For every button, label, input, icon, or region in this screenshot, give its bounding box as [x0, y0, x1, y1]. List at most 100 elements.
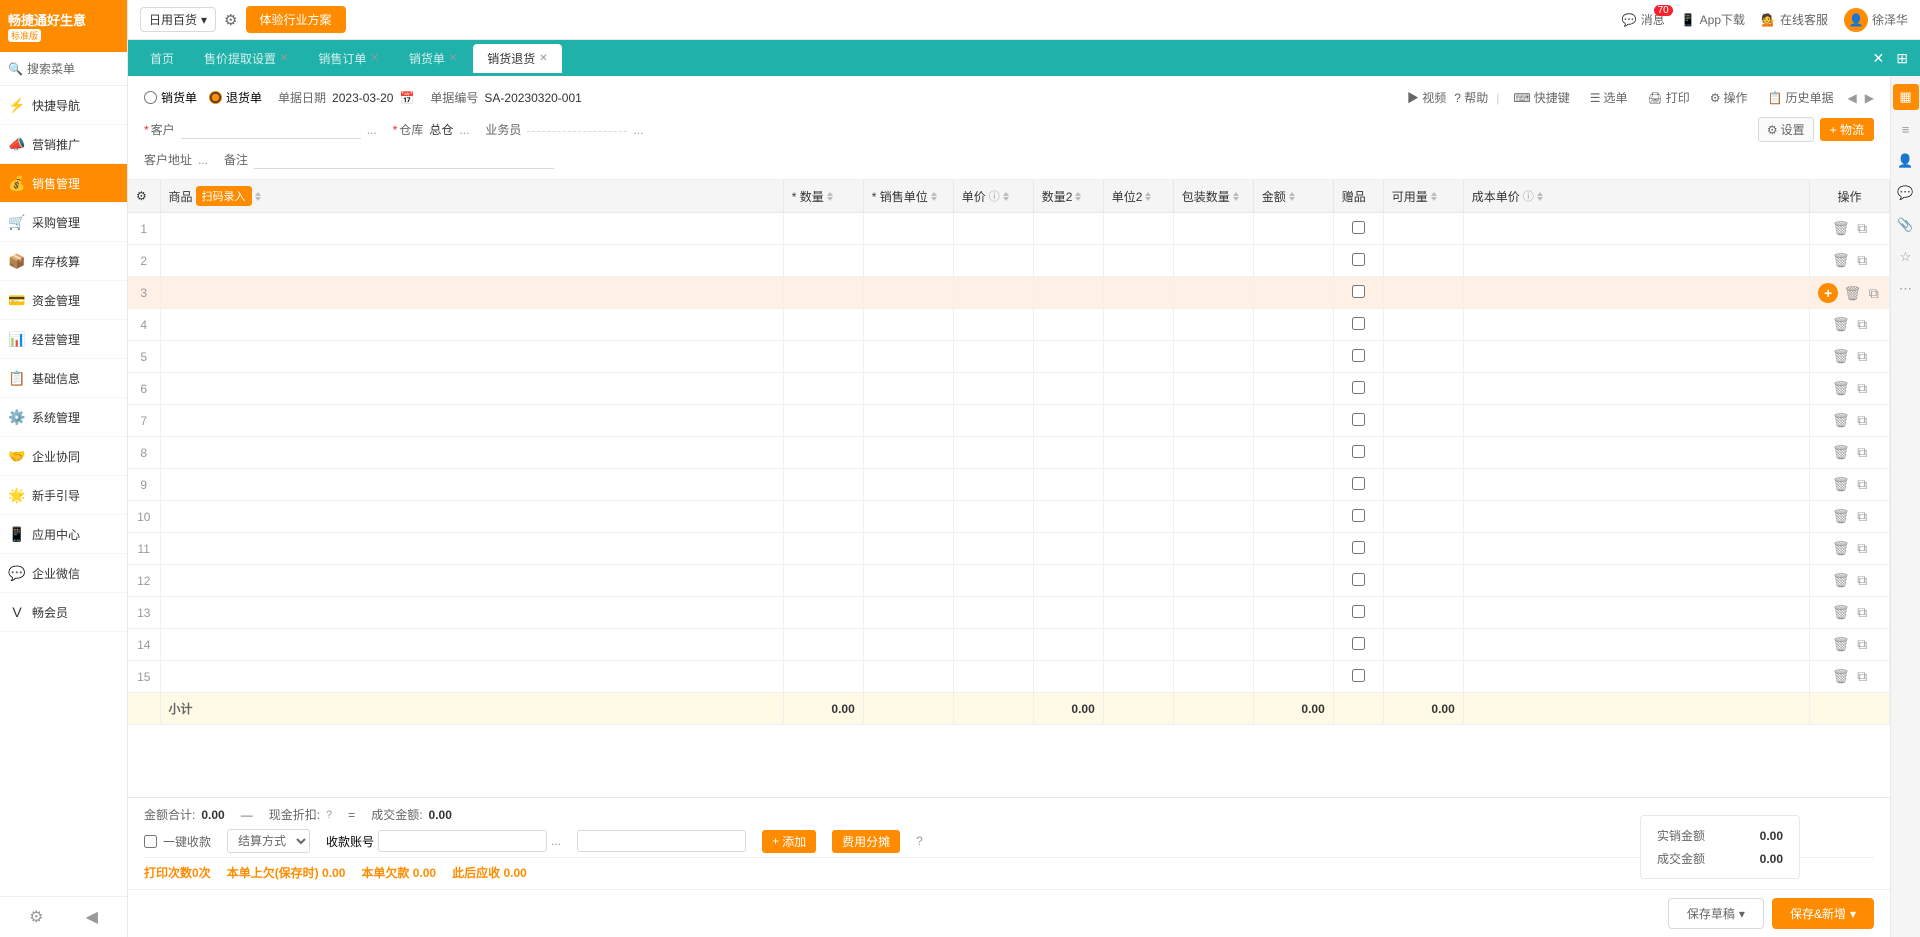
- cost-cell[interactable]: [1463, 501, 1809, 533]
- product-cell[interactable]: [160, 469, 783, 501]
- qty-cell[interactable]: [783, 565, 863, 597]
- copy-row-btn[interactable]: ⧉: [1857, 476, 1867, 492]
- pack-qty-cell[interactable]: [1173, 565, 1253, 597]
- sort-arrows-unit2[interactable]: [1145, 192, 1151, 201]
- unit-cell[interactable]: [863, 565, 953, 597]
- salesperson-input[interactable]: [527, 127, 627, 132]
- address-ellipsis[interactable]: ...: [198, 153, 208, 167]
- cost-info-icon[interactable]: ⓘ: [1523, 188, 1534, 204]
- qty2-cell[interactable]: [1033, 277, 1103, 309]
- sidebar-item-basic-info[interactable]: 📋 基础信息: [0, 359, 127, 398]
- cost-cell[interactable]: [1463, 309, 1809, 341]
- qty-cell[interactable]: [783, 437, 863, 469]
- unit-cell[interactable]: [863, 533, 953, 565]
- sidebar-item-enterprise-wechat[interactable]: 💬 企业微信: [0, 554, 127, 593]
- operate-btn[interactable]: ⚙ 操作: [1704, 86, 1754, 109]
- copy-row-btn[interactable]: ⧉: [1857, 220, 1867, 236]
- product-cell[interactable]: [160, 629, 783, 661]
- qty-cell[interactable]: [783, 533, 863, 565]
- available-cell[interactable]: [1383, 533, 1463, 565]
- copy-row-btn[interactable]: ⧉: [1857, 508, 1867, 524]
- gear-icon[interactable]: ⚙: [136, 189, 147, 203]
- copy-row-btn[interactable]: ⧉: [1857, 348, 1867, 364]
- collapse-icon[interactable]: ◀: [86, 907, 98, 927]
- qty-cell[interactable]: [783, 245, 863, 277]
- unit2-cell[interactable]: [1103, 309, 1173, 341]
- available-cell[interactable]: [1383, 341, 1463, 373]
- available-cell[interactable]: [1383, 437, 1463, 469]
- price-cell[interactable]: [953, 213, 1033, 245]
- pack-qty-cell[interactable]: [1173, 469, 1253, 501]
- unit2-cell[interactable]: [1103, 533, 1173, 565]
- cost-cell[interactable]: [1463, 661, 1809, 693]
- delete-row-btn[interactable]: 🗑: [1832, 476, 1850, 492]
- select-btn[interactable]: ☰ 选单: [1584, 86, 1634, 109]
- cost-cell[interactable]: [1463, 629, 1809, 661]
- price-cell[interactable]: [953, 469, 1033, 501]
- unit-cell[interactable]: [863, 629, 953, 661]
- unit2-cell[interactable]: [1103, 629, 1173, 661]
- amount-cell[interactable]: [1253, 213, 1333, 245]
- qty2-cell[interactable]: [1033, 469, 1103, 501]
- available-cell[interactable]: [1383, 661, 1463, 693]
- sidebar-item-operations[interactable]: 📊 经营管理: [0, 320, 127, 359]
- product-input[interactable]: [169, 286, 775, 300]
- set-btn[interactable]: ⚙ 设置: [1758, 117, 1814, 142]
- rp-star[interactable]: ☆: [1893, 244, 1919, 270]
- product-cell[interactable]: [160, 501, 783, 533]
- amount-cell[interactable]: [1253, 341, 1333, 373]
- tab-home[interactable]: 首页: [136, 44, 188, 73]
- cost-cell[interactable]: [1463, 373, 1809, 405]
- unit2-cell[interactable]: [1103, 661, 1173, 693]
- sort-arrows-avail[interactable]: [1431, 192, 1437, 201]
- sidebar-item-enterprise[interactable]: 🤝 企业协同: [0, 437, 127, 476]
- delete-row-btn[interactable]: 🗑: [1832, 604, 1850, 620]
- pack-qty-cell[interactable]: [1173, 533, 1253, 565]
- delete-row-btn[interactable]: 🗑: [1832, 252, 1850, 268]
- available-cell[interactable]: [1383, 597, 1463, 629]
- copy-row-btn[interactable]: ⧉: [1869, 285, 1879, 301]
- gift-checkbox[interactable]: [1352, 541, 1365, 554]
- available-cell[interactable]: [1383, 565, 1463, 597]
- expand-tab-btn[interactable]: ⊞: [1892, 48, 1912, 69]
- tab-sales-shipment[interactable]: 销货单✕: [395, 44, 471, 73]
- price-cell[interactable]: [953, 629, 1033, 661]
- help-btn[interactable]: ? 帮助: [1454, 89, 1488, 106]
- add-payment-btn[interactable]: + 添加: [762, 830, 816, 853]
- shortcuts-btn[interactable]: ⌨ 快捷键: [1507, 86, 1575, 109]
- remark-input[interactable]: [254, 150, 554, 169]
- rp-person[interactable]: 👤: [1893, 148, 1919, 174]
- available-cell[interactable]: [1383, 469, 1463, 501]
- unit2-cell[interactable]: [1103, 245, 1173, 277]
- sort-arrows-unit[interactable]: [931, 192, 937, 201]
- available-cell[interactable]: [1383, 245, 1463, 277]
- amount-cell[interactable]: [1253, 309, 1333, 341]
- product-cell[interactable]: [160, 405, 783, 437]
- pack-qty-cell[interactable]: [1173, 213, 1253, 245]
- unit2-cell[interactable]: [1103, 277, 1173, 309]
- sidebar-item-sales-mgmt[interactable]: 💰 销售管理: [0, 164, 127, 203]
- gift-checkbox[interactable]: [1352, 637, 1365, 650]
- sidebar-item-finance[interactable]: 💳 资金管理: [0, 281, 127, 320]
- gift-checkbox[interactable]: [1352, 349, 1365, 362]
- salesperson-ellipsis[interactable]: ...: [633, 123, 643, 137]
- qty-cell[interactable]: [783, 597, 863, 629]
- sort-arrows-price[interactable]: [1003, 192, 1009, 201]
- warehouse-ellipsis[interactable]: ...: [459, 123, 469, 137]
- gift-checkbox[interactable]: [1352, 573, 1365, 586]
- available-cell[interactable]: [1383, 213, 1463, 245]
- tab-sales-return[interactable]: 销货退货✕: [473, 44, 561, 73]
- delete-row-btn[interactable]: 🗑: [1844, 285, 1862, 301]
- price-cell[interactable]: [953, 405, 1033, 437]
- gift-checkbox[interactable]: [1352, 381, 1365, 394]
- sort-arrows-qty2[interactable]: [1075, 192, 1081, 201]
- bank-ellipsis[interactable]: ...: [551, 834, 561, 848]
- sidebar-item-system-mgmt[interactable]: ⚙️ 系统管理: [0, 398, 127, 437]
- delete-row-btn[interactable]: 🗑: [1832, 380, 1850, 396]
- gift-checkbox[interactable]: [1352, 477, 1365, 490]
- unit-cell[interactable]: [863, 245, 953, 277]
- pack-qty-cell[interactable]: [1173, 629, 1253, 661]
- customer-ellipsis[interactable]: ...: [367, 123, 377, 137]
- amount-cell[interactable]: [1253, 597, 1333, 629]
- tab-close-sales-order[interactable]: ✕: [370, 53, 378, 64]
